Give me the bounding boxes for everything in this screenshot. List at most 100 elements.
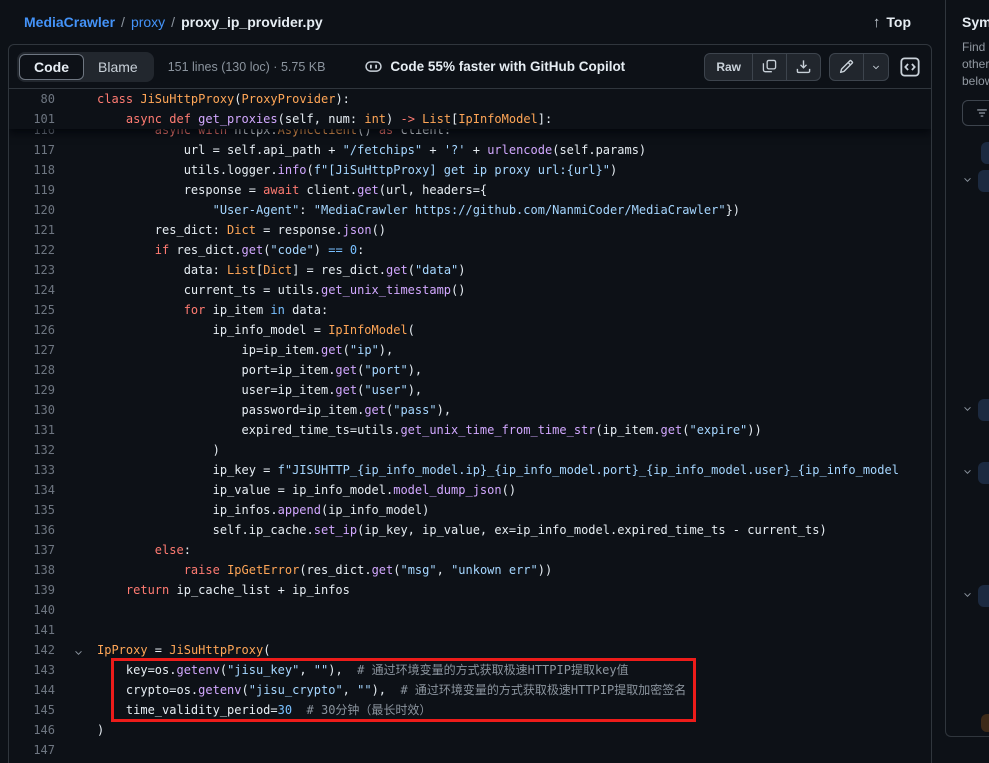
line-number[interactable]: 137 — [9, 540, 55, 560]
code-line: 132 ) — [9, 440, 931, 460]
line-number[interactable]: 117 — [9, 140, 55, 160]
raw-button[interactable]: Raw — [705, 54, 752, 80]
breadcrumb-repo-link[interactable]: MediaCrawler — [24, 14, 115, 30]
line-number[interactable]: 138 — [9, 560, 55, 580]
code-line: 133 ip_key = f"JISUHTTP_{ip_info_model.i… — [9, 460, 931, 480]
copy-icon — [762, 59, 777, 74]
line-number[interactable]: 147 — [9, 740, 55, 760]
line-number[interactable]: 124 — [9, 280, 55, 300]
edit-file-button[interactable] — [830, 54, 863, 80]
line-number[interactable]: 144 — [9, 680, 55, 700]
line-number[interactable]: 122 — [9, 240, 55, 260]
line-gutter — [55, 109, 97, 129]
chevron-down-icon[interactable] — [962, 401, 973, 419]
symbol-item[interactable] — [962, 462, 989, 484]
copy-raw-button[interactable] — [752, 54, 786, 80]
symbol-item-pill[interactable] — [981, 142, 989, 164]
chevron-down-icon[interactable] — [962, 172, 973, 190]
code-line: 125 for ip_item in data: — [9, 300, 931, 320]
line-number[interactable]: 133 — [9, 460, 55, 480]
line-number[interactable]: 139 — [9, 580, 55, 600]
line-number[interactable]: 118 — [9, 160, 55, 180]
line-gutter — [55, 660, 97, 680]
line-number[interactable]: 119 — [9, 180, 55, 200]
line-number[interactable]: 101 — [9, 109, 55, 129]
chevron-down-icon[interactable] — [962, 464, 973, 482]
symbol-item-pill[interactable] — [978, 585, 989, 607]
line-number[interactable]: 131 — [9, 420, 55, 440]
line-number[interactable]: 121 — [9, 220, 55, 240]
line-number[interactable]: 135 — [9, 500, 55, 520]
symbol-item[interactable] — [962, 170, 989, 192]
code-line: 130 password=ip_item.get("pass"), — [9, 400, 931, 420]
code-text: user=ip_item.get("user"), — [97, 380, 422, 400]
code-text: res_dict: Dict = response.json() — [97, 220, 386, 240]
code-text: class JiSuHttpProxy(ProxyProvider): — [97, 89, 350, 109]
line-gutter — [55, 140, 97, 160]
line-number[interactable]: 136 — [9, 520, 55, 540]
code-text: else: — [97, 540, 191, 560]
tab-code[interactable]: Code — [19, 54, 84, 80]
breadcrumb-dir-link[interactable]: proxy — [131, 14, 165, 30]
symbol-item[interactable] — [962, 399, 989, 421]
symbol-item-pill[interactable] — [981, 714, 989, 732]
line-number[interactable]: 129 — [9, 380, 55, 400]
code-line: 145 time_validity_period=30 # 30分钟（最长时效） — [9, 700, 931, 720]
line-number[interactable]: 145 — [9, 700, 55, 720]
line-gutter — [55, 460, 97, 480]
line-number[interactable]: 146 — [9, 720, 55, 740]
line-number[interactable]: 143 — [9, 660, 55, 680]
line-number[interactable]: 125 — [9, 300, 55, 320]
line-gutter — [55, 160, 97, 180]
line-number[interactable]: 130 — [9, 400, 55, 420]
line-gutter — [55, 700, 97, 720]
line-number[interactable]: 120 — [9, 200, 55, 220]
line-number[interactable]: 140 — [9, 600, 55, 620]
line-gutter — [55, 680, 97, 700]
code-line: 141 — [9, 620, 931, 640]
code-text: expired_time_ts=utils.get_unix_time_from… — [97, 420, 762, 440]
tab-blame[interactable]: Blame — [84, 54, 152, 80]
edit-group — [829, 53, 889, 81]
code-body: 116 async with httpx.AsyncClient() as cl… — [9, 89, 931, 763]
line-number[interactable]: 128 — [9, 360, 55, 380]
line-number[interactable]: 132 — [9, 440, 55, 460]
back-to-top-link[interactable]: ↑ Top — [873, 0, 911, 44]
filter-symbols-button[interactable] — [962, 100, 989, 126]
code-text: response = await client.get(url, headers… — [97, 180, 487, 200]
line-number[interactable]: 141 — [9, 620, 55, 640]
symbol-item[interactable] — [962, 142, 989, 164]
arrow-up-icon: ↑ — [873, 14, 881, 31]
line-number[interactable]: 123 — [9, 260, 55, 280]
symbol-item-pill[interactable] — [978, 462, 989, 484]
line-number[interactable]: 80 — [9, 89, 55, 109]
raw-copy-download-group: Raw — [704, 53, 821, 81]
line-gutter — [55, 380, 97, 400]
symbols-pane-toggle-button[interactable] — [897, 54, 923, 80]
download-raw-button[interactable] — [786, 54, 820, 80]
symbol-item[interactable] — [962, 585, 989, 607]
line-number[interactable]: 127 — [9, 340, 55, 360]
symbol-item-pill[interactable] — [978, 170, 989, 192]
code-line: 129 user=ip_item.get("user"), — [9, 380, 931, 400]
file-content-panel: Code Blame 151 lines (130 loc) · 5.75 KB… — [8, 44, 932, 763]
code-text: key=os.getenv("jisu_key", ""), # 通过环境变量的… — [97, 660, 629, 680]
copilot-banner-text: Code 55% faster with GitHub Copilot — [390, 59, 625, 74]
line-number[interactable]: 142 — [9, 640, 55, 660]
symbols-description: Find definitions and references for func… — [962, 39, 989, 90]
chevron-down-icon — [871, 62, 881, 72]
chevron-down-icon[interactable] — [962, 587, 973, 605]
symbol-item-pill[interactable] — [978, 399, 989, 421]
line-number[interactable]: 126 — [9, 320, 55, 340]
line-number[interactable]: 134 — [9, 480, 55, 500]
line-gutter — [55, 89, 97, 109]
code-text: async def get_proxies(self, num: int) ->… — [97, 109, 552, 129]
edit-dropdown-button[interactable] — [863, 54, 888, 80]
code-line: 147 — [9, 740, 931, 760]
code-line: 118 utils.logger.info(f"[JiSuHttpProxy] … — [9, 160, 931, 180]
code-text: return ip_cache_list + ip_infos — [97, 580, 350, 600]
code-text: for ip_item in data: — [97, 300, 328, 320]
code-line: 80 class JiSuHttpProxy(ProxyProvider): — [9, 89, 931, 109]
symbol-item[interactable] — [962, 712, 989, 734]
code-text: if res_dict.get("code") == 0: — [97, 240, 364, 260]
